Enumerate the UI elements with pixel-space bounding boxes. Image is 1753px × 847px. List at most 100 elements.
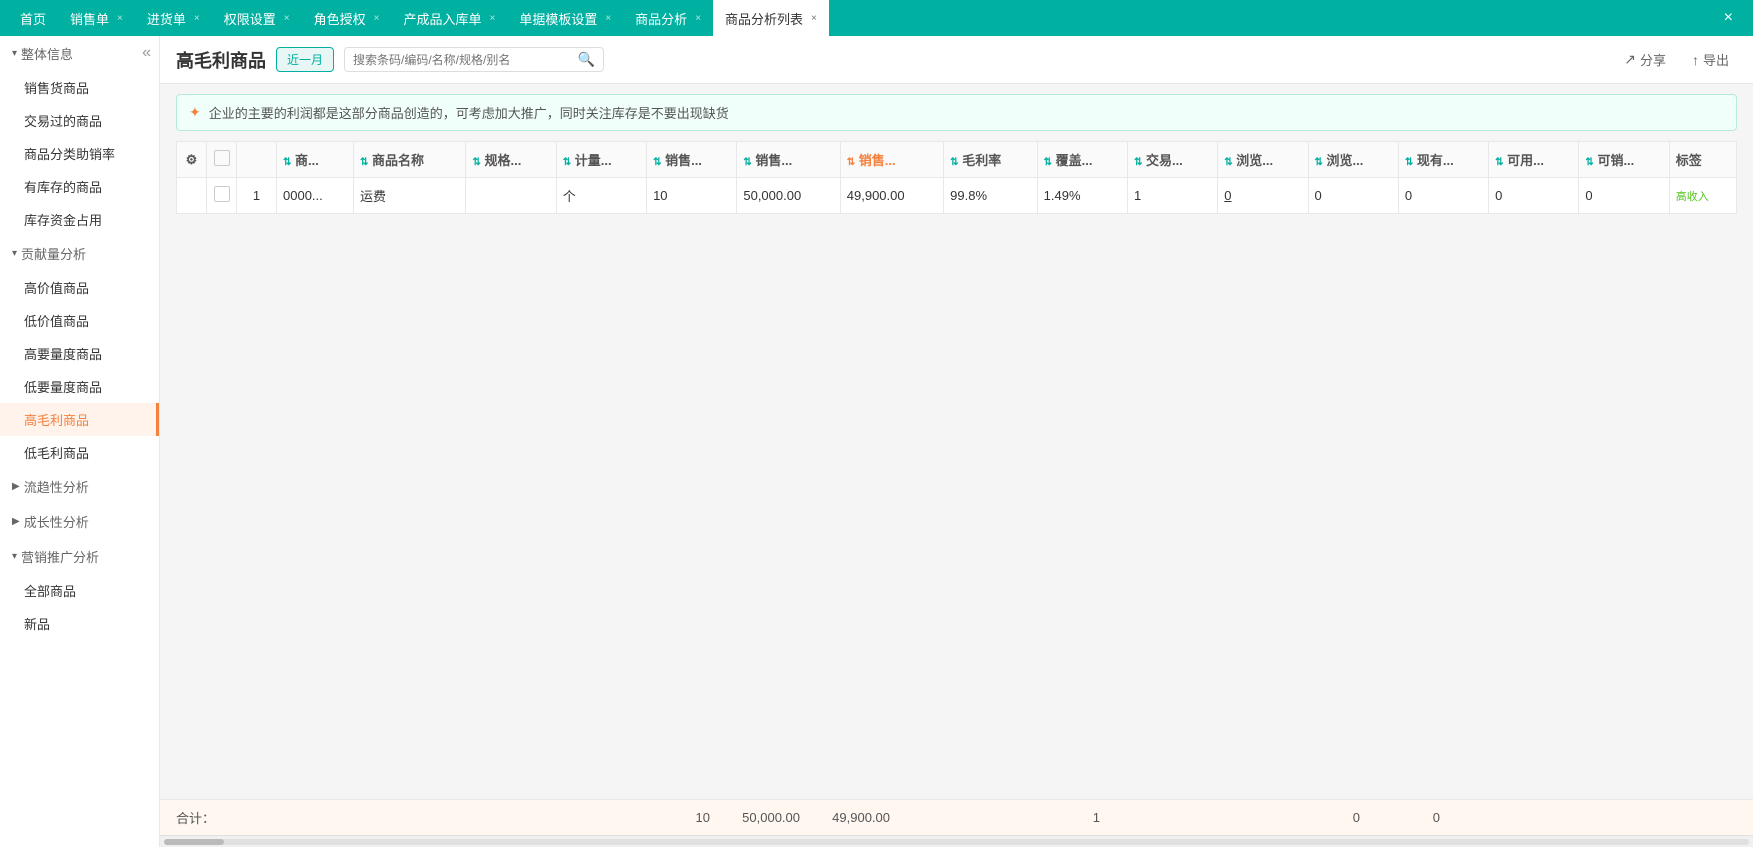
row-name: 运费 [354, 178, 466, 214]
sidebar-item-in-stock-goods[interactable]: 有库存的商品 [0, 170, 159, 203]
row-check[interactable] [207, 178, 237, 214]
row-sales-cost: 49,900.00 [840, 178, 943, 214]
col-header-spec[interactable]: ⇅ 规格... [466, 142, 556, 178]
col-header-name[interactable]: ⇅ 商品名称 [354, 142, 466, 178]
content-header: 高毛利商品 近一月 🔍 ↗ 分享 ↑ 导出 [160, 36, 1753, 84]
search-icon[interactable]: 🔍 [578, 51, 595, 68]
nav-close-icon[interactable]: × [194, 13, 200, 24]
col-header-settings[interactable]: ⚙ [177, 142, 207, 178]
search-input[interactable] [353, 53, 572, 67]
sidebar-item-low-freq[interactable]: 低要量度商品 [0, 370, 159, 403]
sidebar-group-growth[interactable]: ▶ 成长性分析 [0, 504, 159, 539]
share-button[interactable]: ↗ 分享 [1616, 46, 1674, 73]
sidebar: « ▾ 整体信息 销售货商品 交易过的商品 商品分类助销率 有库存的商品 库存资… [0, 36, 160, 847]
footer-transaction: 1 [1016, 810, 1106, 825]
footer-sales-qty: 10 [656, 810, 716, 825]
sidebar-group-trend[interactable]: ▶ 流趋性分析 [0, 469, 159, 504]
row-views2: 0 [1308, 178, 1398, 214]
col-header-sales-amount[interactable]: ⇅ 销售... [737, 142, 840, 178]
sidebar-item-low-value[interactable]: 低价值商品 [0, 304, 159, 337]
search-box: 🔍 [344, 47, 604, 72]
table-row: 1 0000... 运费 个 [177, 178, 1737, 214]
row-transaction: 1 [1127, 178, 1217, 214]
nav-close-icon[interactable]: × [374, 13, 380, 24]
nav-template-settings[interactable]: 单据模板设置 × [507, 0, 623, 36]
sidebar-item-low-margin[interactable]: 低毛利商品 [0, 436, 159, 469]
col-header-unit[interactable]: ⇅ 计量... [556, 142, 646, 178]
footer-label: 合计： [176, 808, 256, 827]
col-header-views2[interactable]: ⇅ 浏览... [1308, 142, 1398, 178]
col-header-views1[interactable]: ⇅ 浏览... [1218, 142, 1308, 178]
col-header-sellable[interactable]: ⇅ 可销... [1579, 142, 1669, 178]
content-area: 高毛利商品 近一月 🔍 ↗ 分享 ↑ 导出 ✦ 企业的主要的利润都是这部分商品创… [160, 36, 1753, 847]
col-header-code[interactable]: ⇅ 商... [277, 142, 354, 178]
col-header-check[interactable] [207, 142, 237, 178]
sidebar-collapse-button[interactable]: « [142, 44, 151, 62]
info-banner: ✦ 企业的主要的利润都是这部分商品创造的，可考虑加大推广，同时关注库存是不要出现… [176, 94, 1737, 131]
row-code: 0000... [277, 178, 354, 214]
col-header-no [237, 142, 277, 178]
group-arrow-icon: ▾ [12, 248, 17, 259]
nav-close-icon[interactable]: × [695, 13, 701, 24]
page-title: 高毛利商品 [176, 47, 266, 73]
nav-product-analysis-list[interactable]: 商品分析列表 × [713, 0, 829, 36]
nav-sales-order[interactable]: 销售单 × [58, 0, 135, 36]
sidebar-group-overall-info[interactable]: ▾ 整体信息 [0, 36, 159, 71]
share-icon: ↗ [1624, 51, 1636, 68]
filter-period-button[interactable]: 近一月 [276, 47, 334, 72]
nav-close-icon[interactable]: × [117, 13, 123, 24]
main-table: ⚙ ⇅ 商... ⇅ 商品名称 [176, 141, 1737, 214]
nav-close-icon[interactable]: × [811, 13, 817, 24]
sidebar-item-new-goods[interactable]: 新品 [0, 607, 159, 640]
row-coverage: 1.49% [1037, 178, 1127, 214]
horizontal-scrollbar[interactable] [160, 835, 1753, 847]
sidebar-item-category-sales-rate[interactable]: 商品分类助销率 [0, 137, 159, 170]
nav-product-analysis[interactable]: 商品分析 × [623, 0, 713, 36]
footer-sales-amount: 50,000.00 [716, 810, 806, 825]
sidebar-item-high-freq[interactable]: 高要量度商品 [0, 337, 159, 370]
row-checkbox[interactable] [214, 186, 230, 202]
col-header-sales-cost[interactable]: ⇅ 销售... [840, 142, 943, 178]
nav-product-inbound[interactable]: 产成品入库单 × [391, 0, 507, 36]
col-header-gross-margin[interactable]: ⇅ 毛利率 [944, 142, 1037, 178]
nav-home[interactable]: 首页 [8, 0, 58, 36]
row-gross-margin: 99.8% [944, 178, 1037, 214]
group-arrow-icon: ▶ [12, 516, 20, 527]
col-header-tag[interactable]: 标签 [1669, 142, 1736, 178]
info-text: 企业的主要的利润都是这部分商品创造的，可考虑加大推广，同时关注库存是不要出现缺货 [209, 103, 729, 122]
export-button[interactable]: ↑ 导出 [1684, 46, 1737, 73]
sidebar-item-traded-goods[interactable]: 交易过的商品 [0, 104, 159, 137]
table-container: ⚙ ⇅ 商... ⇅ 商品名称 [160, 141, 1753, 799]
group-arrow-icon: ▾ [12, 551, 17, 562]
col-header-coverage[interactable]: ⇅ 覆盖... [1037, 142, 1127, 178]
sidebar-item-high-margin[interactable]: 高毛利商品 [0, 403, 159, 436]
col-header-current-stock[interactable]: ⇅ 现有... [1398, 142, 1488, 178]
header-checkbox[interactable] [214, 150, 230, 166]
group-arrow-icon: ▾ [12, 48, 17, 59]
nav-permission-settings[interactable]: 权限设置 × [212, 0, 302, 36]
col-header-available[interactable]: ⇅ 可用... [1489, 142, 1579, 178]
sidebar-group-marketing[interactable]: ▾ 营销推广分析 [0, 539, 159, 574]
sidebar-item-all-goods[interactable]: 全部商品 [0, 574, 159, 607]
scrollbar-thumb[interactable] [164, 839, 224, 845]
nav-close-icon[interactable]: × [605, 13, 611, 24]
row-sales-amount: 50,000.00 [737, 178, 840, 214]
nav-close-icon[interactable]: × [284, 13, 290, 24]
row-sales-qty: 10 [647, 178, 737, 214]
nav-purchase-order[interactable]: 进货单 × [135, 0, 212, 36]
row-available: 0 [1489, 178, 1579, 214]
col-header-sales-qty[interactable]: ⇅ 销售... [647, 142, 737, 178]
top-nav: 首页 销售单 × 进货单 × 权限设置 × 角色授权 × 产成品入库单 × 单据… [0, 0, 1753, 36]
sidebar-item-sales-goods[interactable]: 销售货商品 [0, 71, 159, 104]
export-icon: ↑ [1692, 52, 1699, 68]
nav-role-auth[interactable]: 角色授权 × [302, 0, 392, 36]
group-arrow-icon: ▶ [12, 481, 20, 492]
window-close-button[interactable]: × [1712, 9, 1745, 27]
sidebar-item-high-value[interactable]: 高价值商品 [0, 271, 159, 304]
row-current-stock: 0 [1398, 178, 1488, 214]
sidebar-group-contribution[interactable]: ▾ 贡献量分析 [0, 236, 159, 271]
row-views1[interactable]: 0 [1218, 178, 1308, 214]
nav-close-icon[interactable]: × [489, 13, 495, 24]
sidebar-item-inventory-capital[interactable]: 库存资金占用 [0, 203, 159, 236]
col-header-transaction[interactable]: ⇅ 交易... [1127, 142, 1217, 178]
